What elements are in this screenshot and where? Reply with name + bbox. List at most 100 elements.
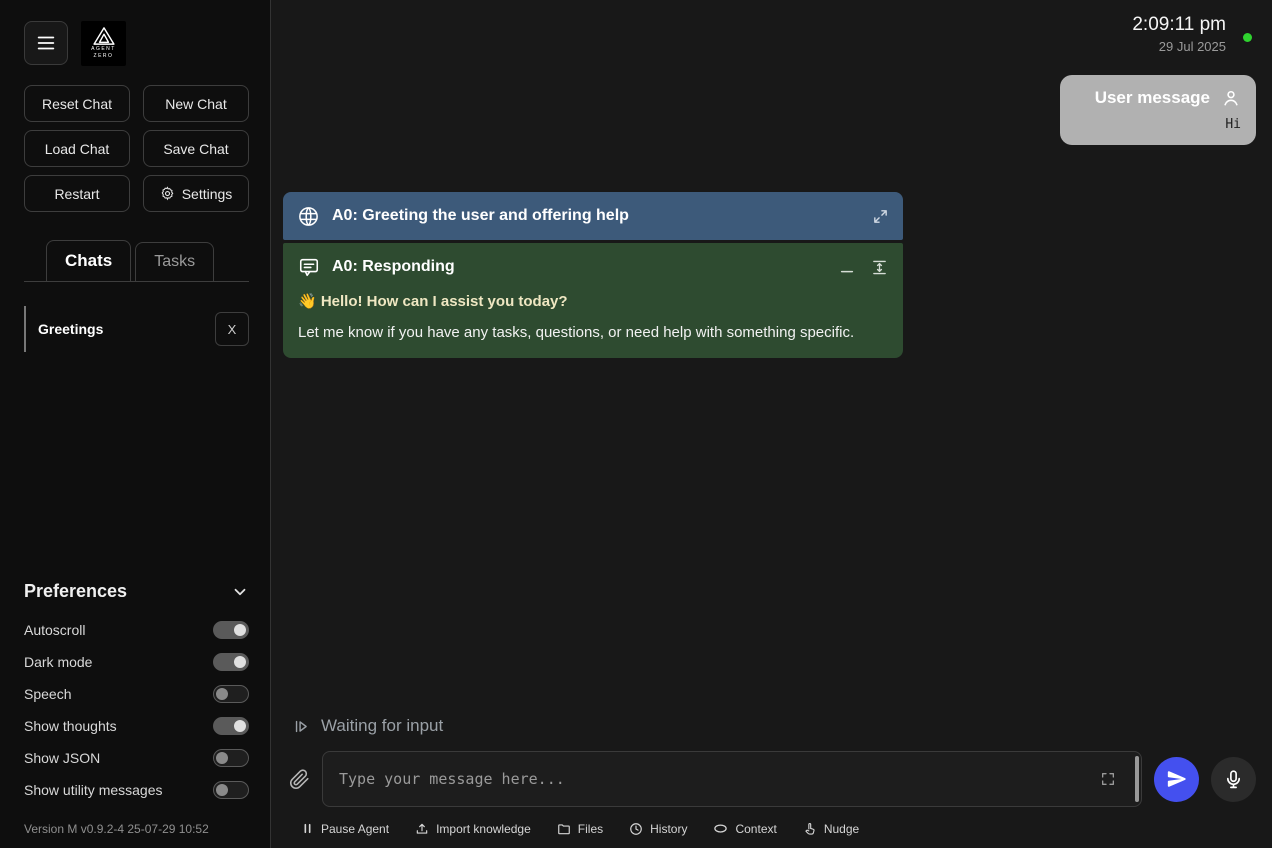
agent-collapsed-message[interactable]: A0: Greeting the user and offering help (283, 192, 903, 240)
toggle-knob (216, 784, 228, 796)
speech-toggle[interactable] (213, 685, 249, 703)
chat-list-item[interactable]: Greetings X (24, 306, 249, 352)
settings-button[interactable]: Settings (143, 175, 249, 212)
logo-text: AGENT ZERO (91, 45, 116, 60)
message-controls (839, 259, 888, 276)
sidebar: AGENT ZERO Reset Chat New Chat Load Chat… (0, 0, 271, 848)
restart-label: Restart (54, 185, 100, 202)
pref-row-dark-mode: Dark mode (24, 646, 249, 678)
minimize-icon[interactable] (839, 259, 855, 275)
toggle-knob (234, 624, 246, 636)
sidebar-top: AGENT ZERO (24, 21, 249, 66)
agent-response-title: A0: Responding (332, 258, 455, 275)
folder-icon (557, 822, 571, 836)
agent-response-line1: 👋 Hello! How can I assist you today? (298, 293, 568, 310)
microphone-button[interactable] (1211, 756, 1256, 802)
menu-button[interactable] (24, 21, 68, 65)
new-chat-label: New Chat (165, 95, 227, 112)
upload-icon (415, 822, 429, 836)
show-thoughts-toggle[interactable] (213, 717, 249, 735)
history-button[interactable]: History (629, 822, 687, 836)
pref-label: Autoscroll (24, 622, 86, 638)
import-knowledge-button[interactable]: Import knowledge (415, 822, 531, 836)
context-icon (713, 821, 728, 836)
input-scrollbar[interactable] (1135, 756, 1139, 802)
sidebar-tabs: Chats Tasks (24, 240, 249, 282)
pref-label: Show JSON (24, 750, 101, 766)
version-text: Version M v0.9.2-4 25-07-29 10:52 (24, 822, 209, 836)
toggle-knob (234, 720, 246, 732)
load-chat-button[interactable]: Load Chat (24, 130, 130, 167)
history-label: History (650, 821, 688, 836)
bottom-toolbar: Pause Agent Import knowledge Files Histo… (271, 821, 1272, 848)
expand-icon[interactable] (872, 208, 889, 225)
show-utility-toggle[interactable] (213, 781, 249, 799)
preferences-header[interactable]: Preferences (24, 581, 249, 602)
agent-collapsed-title: A0: Greeting the user and offering help (332, 207, 629, 224)
pref-label: Show utility messages (24, 782, 163, 798)
send-button[interactable] (1154, 756, 1199, 802)
pref-label: Show thoughts (24, 718, 117, 734)
pause-agent-button[interactable]: Pause Agent (301, 822, 389, 836)
load-chat-label: Load Chat (44, 140, 110, 157)
online-status-dot (1243, 33, 1252, 42)
tab-tasks-label: Tasks (154, 253, 196, 270)
save-chat-label: Save Chat (163, 140, 229, 157)
fullscreen-input-icon[interactable] (1100, 771, 1116, 787)
agent-zero-logo[interactable]: AGENT ZERO (81, 21, 126, 66)
show-json-toggle[interactable] (213, 749, 249, 767)
toggle-knob (216, 752, 228, 764)
restart-button[interactable]: Restart (24, 175, 130, 212)
save-chat-button[interactable]: Save Chat (143, 130, 249, 167)
nudge-label: Nudge (823, 821, 860, 836)
user-message-text: Hi (1225, 117, 1241, 132)
files-button[interactable]: Files (557, 822, 603, 836)
user-message-header: User message (1075, 88, 1241, 108)
files-label: Files (577, 821, 604, 836)
agent-response-message: A0: Responding 👋 Hello! How can I assist… (283, 243, 903, 358)
tab-chats-label: Chats (65, 251, 113, 270)
status-bar: Waiting for input (271, 716, 1272, 751)
tab-tasks[interactable]: Tasks (135, 242, 215, 281)
pause-agent-label: Pause Agent (321, 821, 390, 836)
delete-chat-button[interactable]: X (215, 312, 249, 346)
status-text: Waiting for input (321, 716, 444, 735)
preferences-title: Preferences (24, 581, 128, 601)
agent-response-line2: Let me know if you have any tasks, quest… (298, 324, 855, 341)
clock-time: 2:09:11 pm (1132, 14, 1226, 35)
autoscroll-toggle[interactable] (213, 621, 249, 639)
clock-date: 29 Jul 2025 (1158, 39, 1226, 54)
reset-chat-button[interactable]: Reset Chat (24, 85, 130, 122)
expand-height-icon[interactable] (871, 259, 888, 276)
hamburger-icon (35, 32, 57, 54)
chevron-down-icon (231, 583, 249, 601)
composer (271, 751, 1272, 821)
context-button[interactable]: Context (713, 821, 777, 836)
clock: 2:09:11 pm 29 Jul 2025 (271, 0, 1272, 54)
pref-label: Dark mode (24, 654, 93, 670)
tab-chats[interactable]: Chats (46, 240, 132, 281)
play-pause-icon (293, 718, 310, 735)
nudge-button[interactable]: Nudge (803, 822, 859, 836)
pref-row-show-json: Show JSON (24, 742, 249, 774)
user-message-title: User message (1094, 88, 1210, 107)
import-knowledge-label: Import knowledge (436, 821, 531, 836)
send-icon (1166, 768, 1188, 790)
dark-mode-toggle[interactable] (213, 653, 249, 671)
triangle-logo-icon (92, 26, 115, 45)
message-input[interactable] (322, 751, 1142, 807)
brain-icon (297, 205, 320, 228)
gear-icon (160, 186, 175, 201)
reset-chat-label: Reset Chat (41, 95, 113, 112)
microphone-icon (1223, 769, 1244, 790)
new-chat-button[interactable]: New Chat (143, 85, 249, 122)
settings-label: Settings (181, 185, 233, 202)
agent-response-header: A0: Responding (298, 256, 888, 278)
chat-item-title: Greetings (38, 321, 104, 337)
context-label: Context (735, 821, 777, 836)
pref-row-show-thoughts: Show thoughts (24, 710, 249, 742)
main-panel: 2:09:11 pm 29 Jul 2025 User message Hi A… (271, 0, 1272, 848)
toggle-knob (216, 688, 228, 700)
pref-row-show-utility: Show utility messages (24, 774, 249, 806)
attachment-button[interactable] (289, 768, 310, 790)
